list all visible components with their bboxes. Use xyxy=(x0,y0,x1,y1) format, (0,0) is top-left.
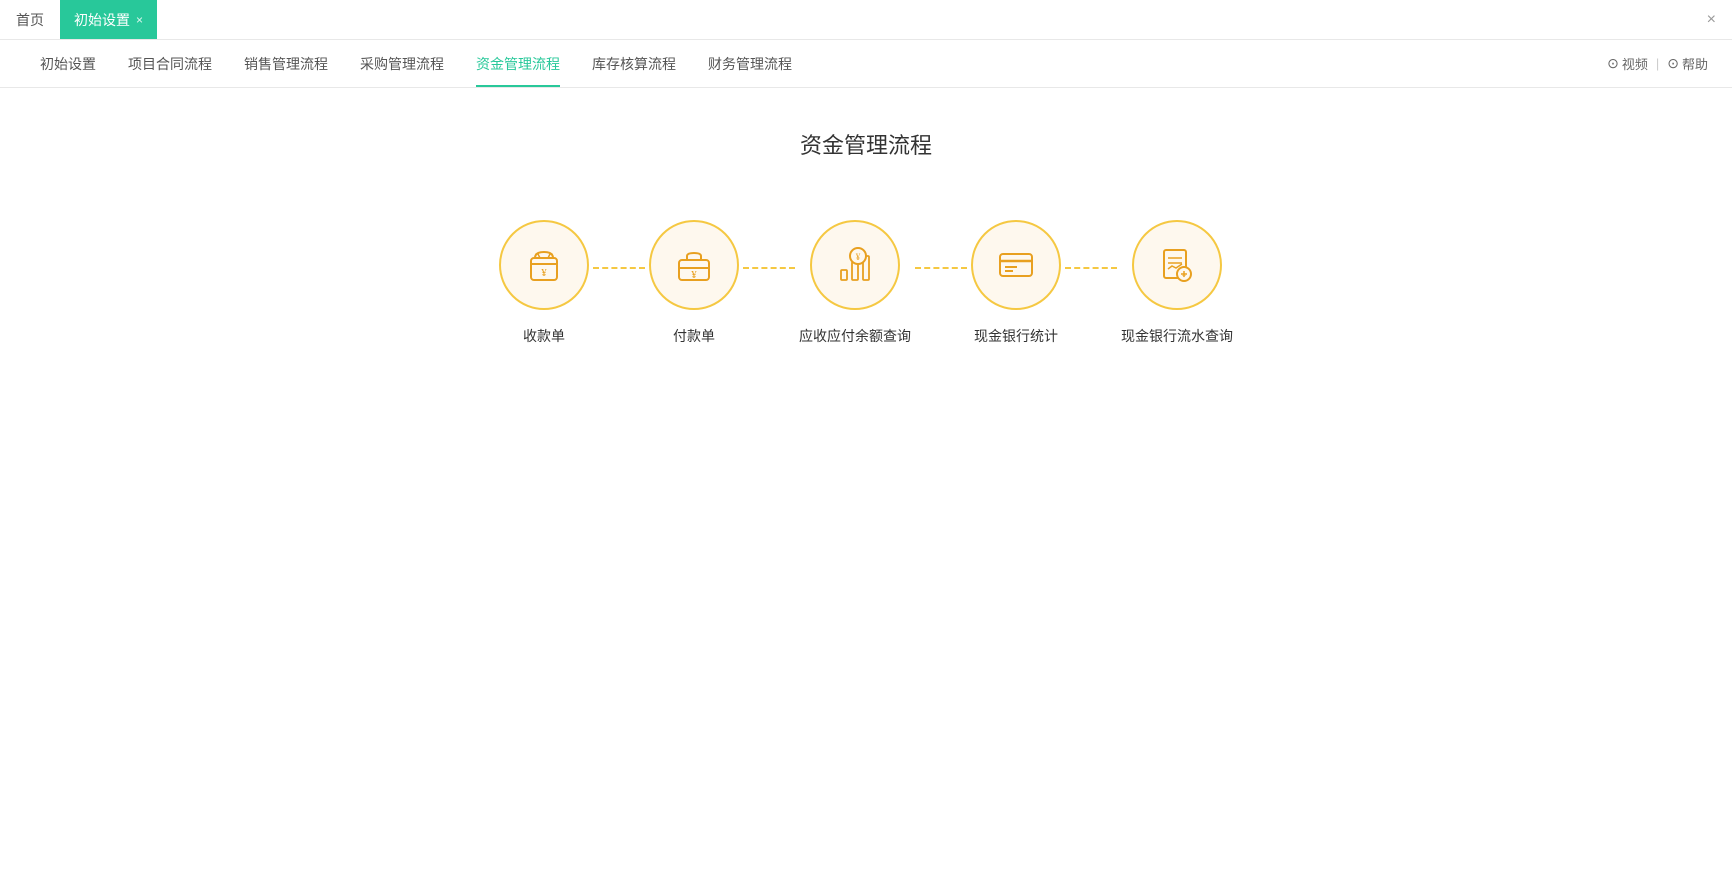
receipt-svg-icon: ¥ xyxy=(521,242,567,288)
nav-item-sales[interactable]: 销售管理流程 xyxy=(228,40,344,87)
tab-close-icon[interactable]: × xyxy=(136,13,143,27)
nav-item-finance[interactable]: 财务管理流程 xyxy=(692,40,808,87)
svg-text:¥: ¥ xyxy=(856,252,861,262)
home-tab[interactable]: 首页 xyxy=(0,0,60,39)
receipt-label: 收款单 xyxy=(523,326,565,346)
nav-label-purchase: 采购管理流程 xyxy=(360,54,444,74)
nav-item-inventory[interactable]: 库存核算流程 xyxy=(576,40,692,87)
page-title: 资金管理流程 xyxy=(800,128,932,160)
top-bar: 首页 初始设置 × × xyxy=(0,0,1732,40)
help-icon: ⊙ xyxy=(1667,55,1679,72)
circle-play-icon: ⊙ xyxy=(1607,55,1619,72)
video-label: 视频 xyxy=(1622,54,1648,73)
nav-bar: 初始设置 项目合同流程 销售管理流程 采购管理流程 资金管理流程 库存核算流程 … xyxy=(0,40,1732,88)
payment-label: 付款单 xyxy=(673,326,715,346)
cashbank-label: 现金银行统计 xyxy=(974,326,1058,346)
connector-3 xyxy=(911,267,971,299)
nav-item-initial[interactable]: 初始设置 xyxy=(24,40,112,87)
payment-icon-circle: ¥ xyxy=(649,220,739,310)
active-tab[interactable]: 初始设置 × xyxy=(60,0,157,39)
flow-item-cashbank[interactable]: 现金银行统计 xyxy=(971,220,1061,346)
nav-item-capital[interactable]: 资金管理流程 xyxy=(460,40,576,87)
nav-item-project[interactable]: 项目合同流程 xyxy=(112,40,228,87)
flow-item-statement[interactable]: + 现金银行流水查询 xyxy=(1121,220,1233,346)
cashbank-icon-circle xyxy=(971,220,1061,310)
nav-label-project: 项目合同流程 xyxy=(128,54,212,74)
nav-item-purchase[interactable]: 采购管理流程 xyxy=(344,40,460,87)
connector-4 xyxy=(1061,267,1121,299)
flow-item-balance[interactable]: ¥ 应收应付余额查询 xyxy=(799,220,911,346)
nav-label-initial: 初始设置 xyxy=(40,54,96,74)
payment-svg-icon: ¥ xyxy=(671,242,717,288)
statement-label: 现金银行流水查询 xyxy=(1121,326,1233,346)
cashbank-svg-icon xyxy=(993,242,1039,288)
connector-1 xyxy=(589,267,649,299)
connector-line-2 xyxy=(743,267,795,269)
flow-container: ¥ 收款单 ¥ 付款单 xyxy=(499,220,1233,346)
home-label: 首页 xyxy=(16,10,44,30)
statement-svg-icon: + xyxy=(1154,242,1200,288)
nav-divider: | xyxy=(1656,56,1659,71)
flow-item-receipt[interactable]: ¥ 收款单 xyxy=(499,220,589,346)
statement-icon-circle: + xyxy=(1132,220,1222,310)
help-link[interactable]: ⊙ 帮助 xyxy=(1667,54,1708,73)
connector-line-1 xyxy=(593,267,645,269)
nav-label-sales: 销售管理流程 xyxy=(244,54,328,74)
flow-item-payment[interactable]: ¥ 付款单 xyxy=(649,220,739,346)
svg-text:¥: ¥ xyxy=(691,269,697,281)
connector-2 xyxy=(739,267,799,299)
nav-label-inventory: 库存核算流程 xyxy=(592,54,676,74)
connector-line-3 xyxy=(915,267,967,269)
receipt-icon-circle: ¥ xyxy=(499,220,589,310)
balance-icon-circle: ¥ xyxy=(810,220,900,310)
balance-label: 应收应付余额查询 xyxy=(799,326,911,346)
svg-text:¥: ¥ xyxy=(541,267,547,279)
nav-label-capital: 资金管理流程 xyxy=(476,54,560,74)
window-close-button[interactable]: × xyxy=(1691,11,1732,29)
balance-svg-icon: ¥ xyxy=(832,242,878,288)
nav-label-finance: 财务管理流程 xyxy=(708,54,792,74)
video-link[interactable]: ⊙ 视频 xyxy=(1607,54,1648,73)
tab-label: 初始设置 xyxy=(74,10,130,30)
main-content: 资金管理流程 ¥ 收款单 xyxy=(0,88,1732,386)
connector-line-4 xyxy=(1065,267,1117,269)
help-label: 帮助 xyxy=(1682,54,1708,73)
nav-right: ⊙ 视频 | ⊙ 帮助 xyxy=(1607,54,1708,73)
